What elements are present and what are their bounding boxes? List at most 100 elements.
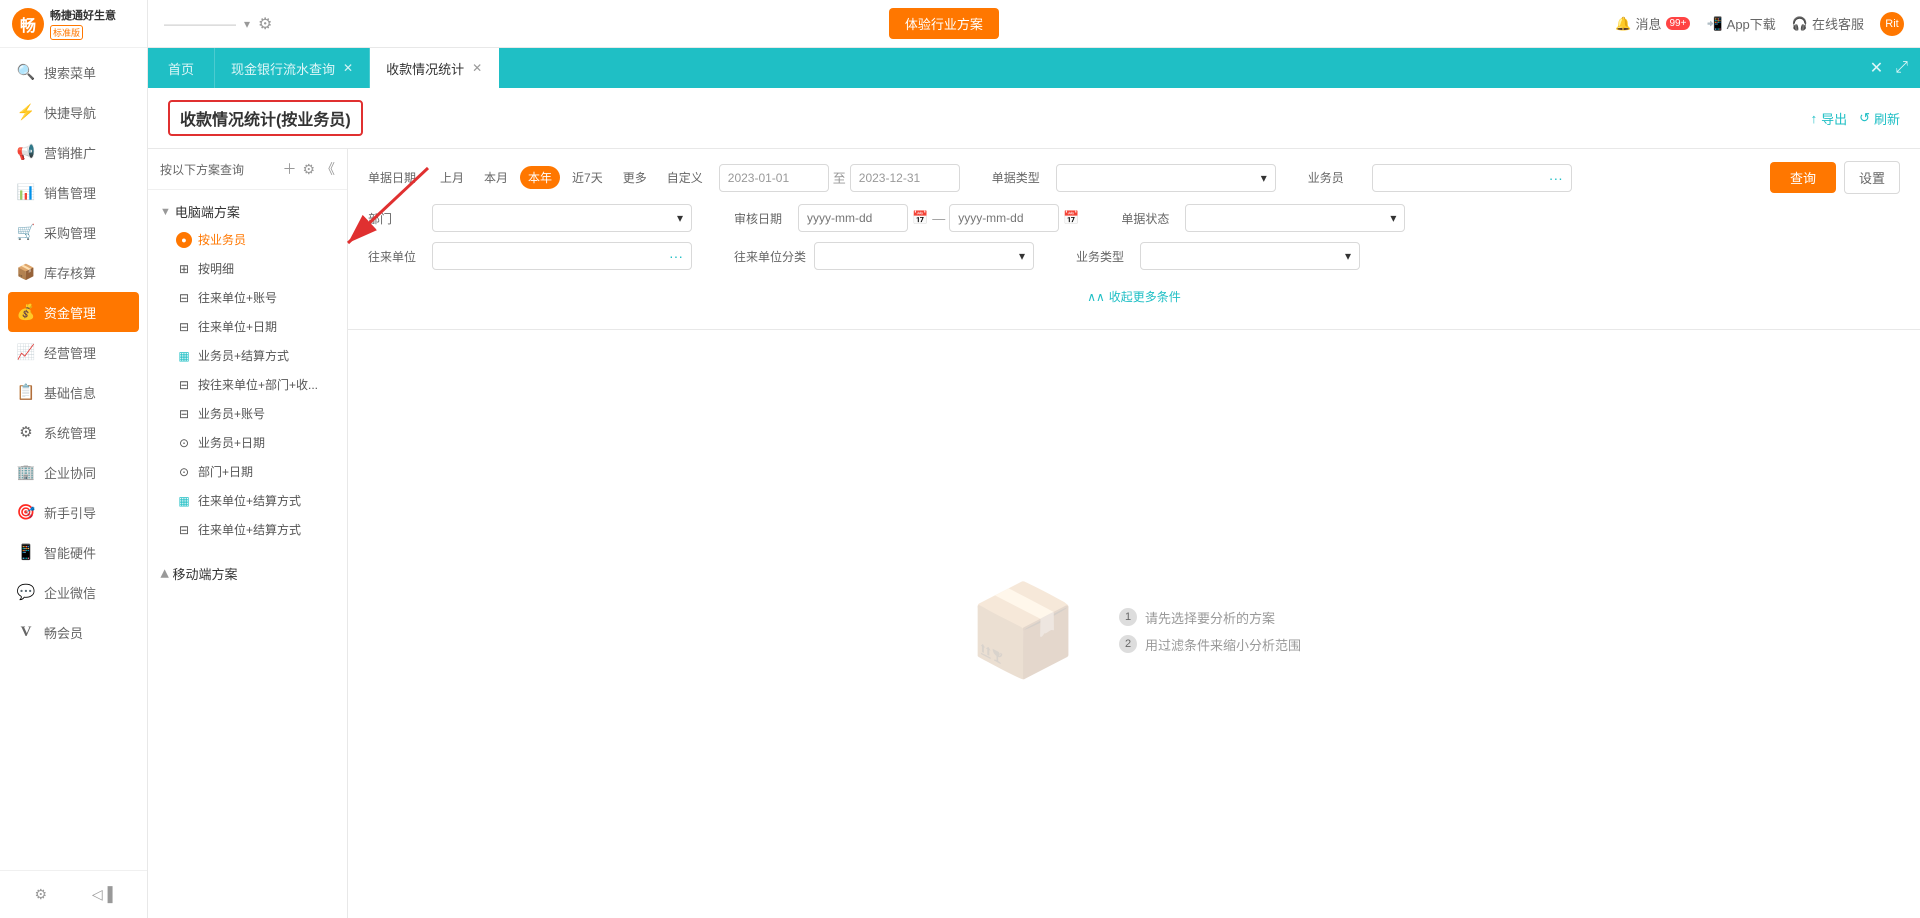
refresh-btn[interactable]: ↺ 刷新 (1859, 109, 1900, 128)
online-service-btn[interactable]: 🎧 在线客服 (1792, 14, 1864, 33)
sidebar-item-beginner[interactable]: 🎯 新手引导 (0, 492, 147, 532)
scheme-item-salesperson-account[interactable]: ⊟ 业务员+账号 (148, 399, 347, 428)
collapse-panel-btn[interactable]: 《 (321, 159, 335, 179)
notification-btn[interactable]: 🔔 消息 99+ (1615, 14, 1690, 33)
date-tab-custom[interactable]: 自定义 (659, 166, 711, 189)
doc-status-field: 单据状态 ▾ (1121, 204, 1405, 232)
empty-steps: 1 请先选择要分析的方案 2 用过滤条件来缩小分析范围 (1119, 608, 1301, 654)
doc-type-select[interactable]: ▾ (1056, 164, 1276, 192)
scheme-item-salesperson-date[interactable]: ⊙ 业务员+日期 (148, 428, 347, 457)
scheme-item-partner-settlement1[interactable]: ▦ 往来单位+结算方式 (148, 486, 347, 515)
sidebar-item-system[interactable]: ⚙ 系统管理 (0, 412, 147, 452)
date-from-input[interactable] (719, 164, 829, 192)
mobile-group-arrow: ▶ (158, 569, 171, 577)
breadcrumb: —————— (164, 17, 236, 31)
desktop-group-header[interactable]: ▼ 电脑端方案 (148, 198, 347, 225)
dept-label: 部门 (368, 210, 424, 227)
doc-status-select[interactable]: ▾ (1185, 204, 1405, 232)
date-tab-last-month[interactable]: 上月 (432, 166, 472, 189)
date-tab-more[interactable]: 更多 (615, 166, 655, 189)
partner-select[interactable]: ··· (432, 242, 692, 270)
date-tab-this-month[interactable]: 本月 (476, 166, 516, 189)
sidebar-item-purchase[interactable]: 🛒 采购管理 (0, 212, 147, 252)
salesperson-select[interactable]: ··· (1372, 164, 1572, 192)
scheme-item-by-salesperson[interactable]: ● 按业务员 (148, 225, 347, 254)
marketing-icon: 📢 (16, 142, 36, 162)
collapse-conditions-btn[interactable]: ∧∧ 收起更多条件 (368, 280, 1900, 313)
collapse-sidebar-btn[interactable]: ◁▐ (92, 886, 113, 903)
more-options-btn[interactable]: ··· (1549, 170, 1563, 186)
header-gear-btn[interactable]: ⚙ (258, 14, 272, 34)
sidebar-item-member[interactable]: V 畅会员 (0, 612, 147, 652)
sidebar-item-quick-nav[interactable]: ⚡ 快捷导航 (0, 92, 147, 132)
tab-close-window-btn[interactable]: ✕ (1870, 58, 1883, 78)
empty-illustration: 📦 (967, 578, 1079, 683)
partner-field: 往来单位 ··· (368, 242, 692, 270)
sidebar-item-wechat[interactable]: 💬 企业微信 (0, 572, 147, 612)
tab-bank-flow-close[interactable]: ✕ (343, 61, 353, 75)
partner-more-btn[interactable]: ··· (669, 248, 683, 264)
sidebar-item-marketing[interactable]: 📢 营销推广 (0, 132, 147, 172)
desktop-group-arrow: ▼ (160, 206, 171, 218)
refresh-icon: ↺ (1859, 110, 1870, 126)
app-download-btn[interactable]: 📲 App下载 (1706, 14, 1775, 33)
sidebar-item-enterprise[interactable]: 🏢 企业协同 (0, 452, 147, 492)
sidebar-item-basic-info[interactable]: 📋 基础信息 (0, 372, 147, 412)
biz-type-select[interactable]: ▾ (1140, 242, 1360, 270)
tab-maximize-btn[interactable]: ⤢ (1895, 59, 1908, 77)
breadcrumb-dropdown[interactable]: ▾ (244, 17, 250, 31)
export-btn[interactable]: ↑ 导出 (1811, 109, 1848, 128)
download-icon: 📲 (1706, 16, 1722, 32)
notification-icon: 🔔 (1615, 16, 1631, 32)
manage-scheme-btn[interactable]: ⚙ (302, 161, 315, 178)
scheme-icon-partner-acct: ⊟ (176, 290, 192, 306)
empty-content: 📦 1 请先选择要分析的方案 2 用过滤条件来缩小分析范围 (967, 578, 1301, 683)
review-date-from[interactable] (798, 204, 908, 232)
scheme-icon-sp-date: ⊙ (176, 435, 192, 451)
date-tabs: 上月 本月 本年 近7天 更多 自定义 (432, 166, 711, 189)
page-title-box: 收款情况统计(按业务员) (168, 100, 363, 136)
panel-header-actions: ＋ ⚙ 《 (282, 159, 335, 179)
export-icon: ↑ (1811, 111, 1818, 126)
sidebar-item-search-menu[interactable]: 🔍 搜索菜单 (0, 52, 147, 92)
search-form: 单据日期 上月 本月 本年 近7天 更多 自定义 至 (348, 149, 1920, 330)
dept-select[interactable]: ▾ (432, 204, 692, 232)
date-to-input[interactable] (850, 164, 960, 192)
add-scheme-btn[interactable]: ＋ (282, 159, 296, 179)
settings-btn[interactable]: 设置 (1844, 161, 1900, 194)
sidebar-item-smart-hw[interactable]: 📱 智能硬件 (0, 532, 147, 572)
operations-icon: 📈 (16, 342, 36, 362)
sidebar-item-finance[interactable]: 💰 资金管理 (8, 292, 139, 332)
sidebar-item-operations[interactable]: 📈 经营管理 (0, 332, 147, 372)
scheme-item-partner-dept[interactable]: ⊟ 按往来单位+部门+收... (148, 370, 347, 399)
form-actions: 查询 设置 (1770, 161, 1900, 194)
finance-icon: 💰 (16, 302, 36, 322)
sidebar-item-sales[interactable]: 📊 销售管理 (0, 172, 147, 212)
cal-icon-left: 📅 (912, 210, 928, 226)
scheme-item-by-detail[interactable]: ⊞ 按明细 (148, 254, 347, 283)
settings-footer-btn[interactable]: ⚙ (34, 886, 47, 903)
scheme-item-partner-account[interactable]: ⊟ 往来单位+账号 (148, 283, 347, 312)
scheme-item-partner-date[interactable]: ⊟ 往来单位+日期 (148, 312, 347, 341)
date-tab-this-year[interactable]: 本年 (520, 166, 560, 189)
query-btn[interactable]: 查询 (1770, 162, 1836, 193)
review-date-to[interactable] (949, 204, 1059, 232)
sidebar-item-inventory[interactable]: 📦 库存核算 (0, 252, 147, 292)
scheme-item-dept-date[interactable]: ⊙ 部门+日期 (148, 457, 347, 486)
partner-category-select[interactable]: ▾ (814, 242, 1034, 270)
tab-collection-stats-close[interactable]: ✕ (472, 61, 482, 75)
scheme-icon-sp-acct: ⊟ (176, 406, 192, 422)
user-avatar[interactable]: Rit (1880, 12, 1904, 36)
partner-category-label: 往来单位分类 (734, 248, 806, 265)
doc-status-dropdown-icon: ▾ (1390, 211, 1396, 225)
tab-bank-flow[interactable]: 现金银行流水查询 ✕ (215, 48, 370, 88)
scheme-item-salesperson-settlement[interactable]: ▦ 业务员+结算方式 (148, 341, 347, 370)
tab-home[interactable]: 首页 (148, 48, 215, 88)
scheme-item-partner-settlement2[interactable]: ⊟ 往来单位+结算方式 (148, 515, 347, 544)
trial-btn[interactable]: 体验行业方案 (889, 8, 999, 39)
scheme-icon-partner-date: ⊟ (176, 319, 192, 335)
search-menu-icon: 🔍 (16, 62, 36, 82)
date-tab-7days[interactable]: 近7天 (564, 166, 611, 189)
tab-collection-stats[interactable]: 收款情况统计 ✕ (370, 48, 499, 88)
mobile-group-header[interactable]: ▶ 移动端方案 (148, 560, 347, 587)
